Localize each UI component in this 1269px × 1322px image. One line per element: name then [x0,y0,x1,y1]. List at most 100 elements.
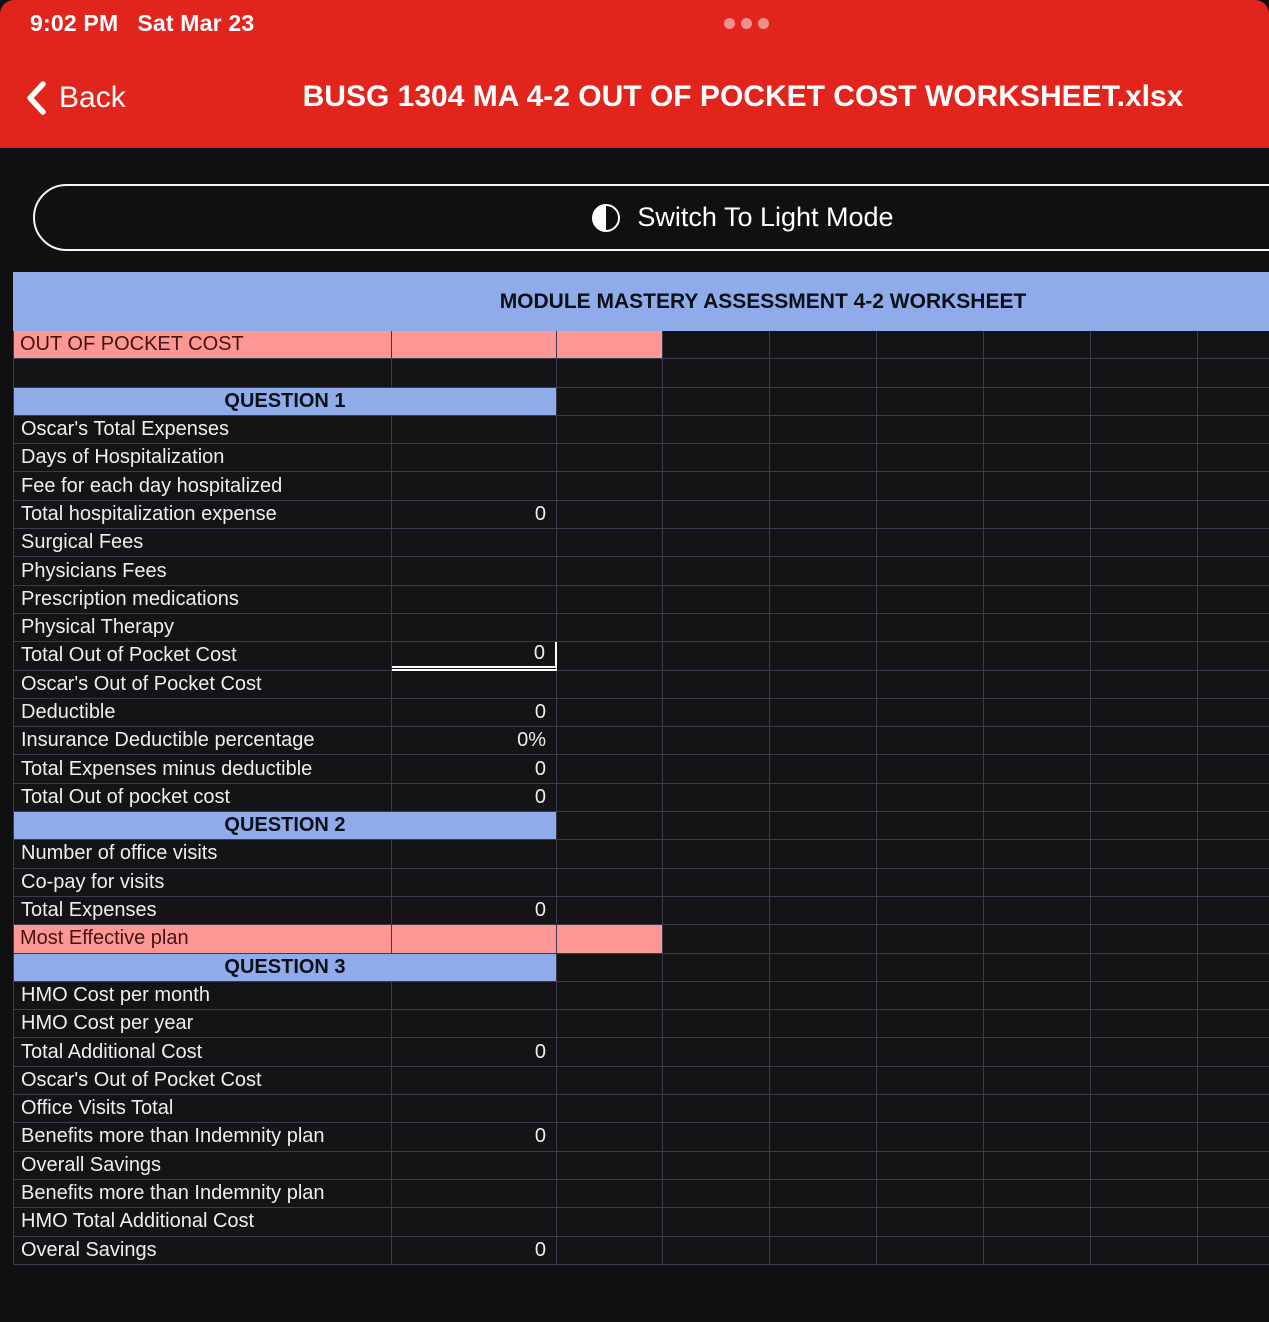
cell[interactable] [984,1208,1091,1237]
cell[interactable] [663,1208,770,1237]
cell[interactable] [1198,812,1269,841]
cell[interactable] [1091,783,1198,813]
cell[interactable] [770,868,877,897]
cell[interactable] [984,1123,1091,1152]
cell[interactable] [984,529,1091,558]
cell[interactable] [1198,897,1269,926]
cell[interactable] [877,359,984,388]
cell[interactable] [1091,1208,1198,1237]
cell[interactable] [1091,557,1198,586]
value-cell[interactable] [392,1010,557,1039]
cell[interactable] [877,953,984,982]
label-cell[interactable]: Total hospitalization expense [13,500,392,530]
cell[interactable] [663,925,770,954]
cell[interactable] [1198,529,1269,558]
cell[interactable] [984,868,1091,897]
cell[interactable] [877,529,984,558]
value-cell[interactable] [392,1095,557,1124]
cell[interactable] [663,1095,770,1124]
cell[interactable] [877,698,984,728]
cell[interactable] [557,642,663,671]
cell[interactable] [984,415,1091,445]
highlight-cell[interactable] [557,331,663,360]
cell[interactable] [1091,331,1198,360]
cell[interactable] [663,444,770,473]
label-cell[interactable]: Oscar's Out of Pocket Cost [13,670,392,699]
highlight-label-cell[interactable]: Most Effective plan [13,925,392,954]
label-cell[interactable]: Physical Therapy [13,613,392,643]
cell[interactable] [1198,1038,1269,1067]
cell[interactable] [877,415,984,445]
label-cell[interactable]: Oscar's Out of Pocket Cost [13,1066,392,1096]
value-cell[interactable]: 0 [392,1236,557,1265]
value-cell[interactable] [392,670,557,699]
cell[interactable] [1091,698,1198,728]
cell[interactable] [877,727,984,756]
cell[interactable] [1198,840,1269,869]
value-cell[interactable]: 0 [392,1123,557,1152]
cell[interactable] [877,868,984,897]
cell[interactable] [1198,359,1269,388]
cell[interactable] [1091,840,1198,869]
cell[interactable] [984,1236,1091,1265]
cell[interactable] [663,529,770,558]
cell[interactable] [877,1095,984,1124]
cell[interactable] [1198,642,1269,671]
cell[interactable] [1198,869,1269,897]
cell[interactable] [1091,1095,1198,1124]
cell[interactable] [1198,444,1269,473]
cell[interactable] [663,1236,770,1265]
cell[interactable] [770,1010,877,1039]
cell[interactable] [663,1179,770,1209]
cell[interactable] [984,387,1091,416]
value-cell[interactable]: 0 [392,755,557,784]
cell[interactable] [877,1151,984,1180]
cell[interactable] [1091,444,1198,473]
cell[interactable] [557,472,663,501]
cell[interactable] [1091,500,1198,530]
cell[interactable] [770,1066,877,1096]
value-cell[interactable] [392,1151,557,1180]
cell[interactable] [770,1179,877,1209]
cell[interactable] [557,812,663,841]
value-cell[interactable] [392,585,557,614]
cell[interactable] [877,896,984,926]
cell[interactable] [984,981,1091,1011]
highlight-cell[interactable] [392,331,557,360]
cell[interactable] [557,415,663,445]
cell[interactable] [1091,1179,1198,1209]
cell[interactable] [877,981,984,1011]
cell[interactable] [984,585,1091,614]
cell[interactable] [984,727,1091,756]
cell[interactable] [557,359,663,388]
cell[interactable] [1198,727,1269,756]
cell[interactable] [663,698,770,728]
label-cell[interactable]: Total Out of pocket cost [13,783,392,813]
cell[interactable] [1198,1180,1269,1209]
cell[interactable] [770,585,877,614]
value-cell[interactable] [392,472,557,501]
label-cell[interactable]: Total Expenses [13,896,392,926]
switch-to-light-mode-button[interactable]: Switch To Light Mode [33,184,1269,251]
cell[interactable] [877,812,984,841]
cell[interactable] [984,1179,1091,1209]
cell[interactable] [1091,1066,1198,1096]
cell[interactable] [770,840,877,869]
cell[interactable] [770,896,877,926]
cell[interactable] [663,812,770,841]
cell[interactable] [877,1123,984,1152]
label-cell[interactable]: Insurance Deductible percentage [13,727,392,756]
cell[interactable] [557,613,663,643]
value-cell[interactable] [392,359,557,388]
cell[interactable] [557,529,663,558]
cell[interactable] [770,812,877,841]
cell[interactable] [770,783,877,813]
cell[interactable] [770,529,877,558]
cell[interactable] [1091,670,1198,699]
cell[interactable] [984,359,1091,388]
cell[interactable] [663,868,770,897]
cell[interactable] [1091,642,1198,671]
section-header-cell[interactable]: QUESTION 1 [13,387,557,416]
cell[interactable] [877,670,984,699]
cell[interactable] [770,925,877,954]
